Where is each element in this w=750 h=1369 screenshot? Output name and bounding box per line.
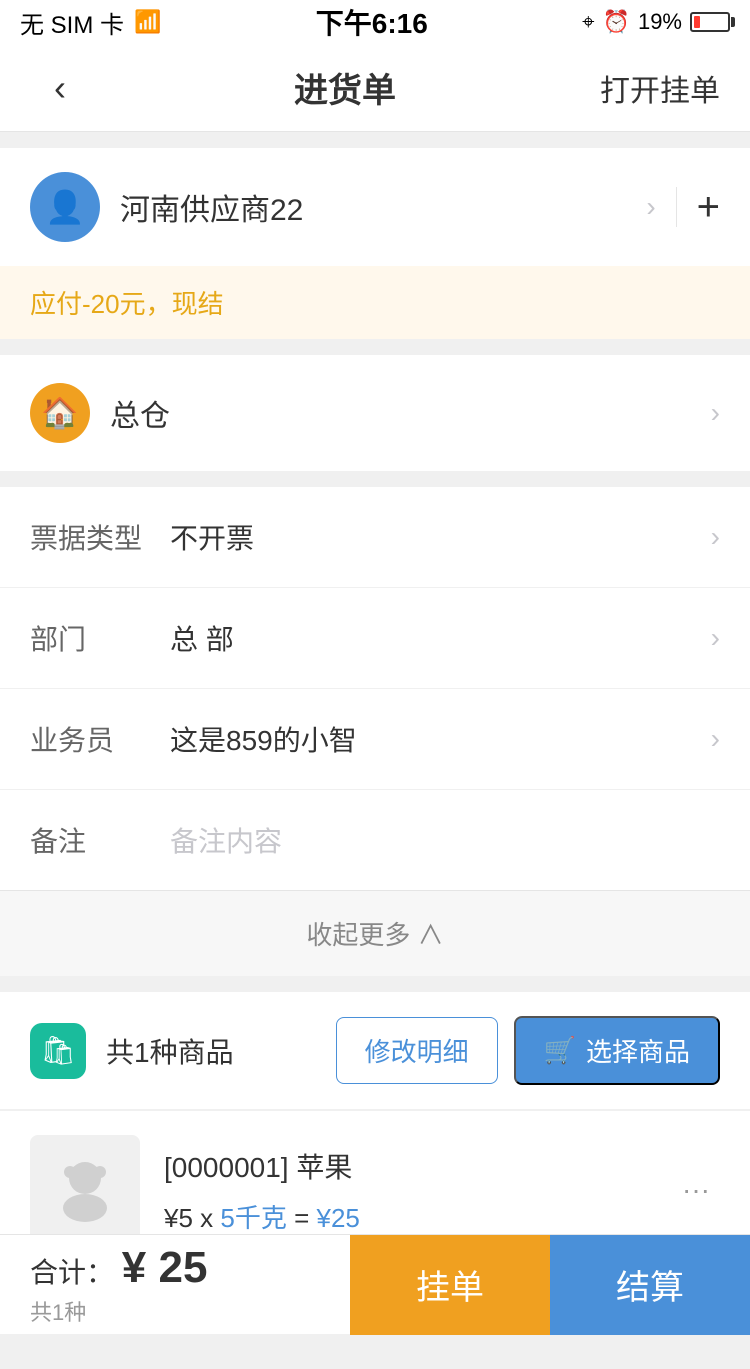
quantity: 5千克 [220,1203,286,1233]
invoice-type-label: 票据类型 [30,517,150,557]
salesperson-value: 这是859的小智 [150,719,711,759]
supplier-avatar: 👤 [30,172,100,242]
department-value: 总 部 [150,618,711,658]
settle-button[interactable]: 结算 [550,1235,750,1335]
suspend-button[interactable]: 挂单 [350,1235,550,1335]
invoice-type-row[interactable]: 票据类型 不开票 › [0,487,750,588]
chevron-right-icon: › [711,521,720,553]
footer-total: 合计： ¥ 25 共1种 [0,1243,350,1327]
status-left: 无 SIM 卡 📶 [20,5,161,40]
select-product-button[interactable]: 🛒 选择商品 [514,1016,720,1085]
nav-bar: ‹ 进货单 打开挂单 [0,44,750,132]
alarm-icon: ⏰ [603,9,630,35]
back-button[interactable]: ‹ [30,58,90,118]
remark-row[interactable]: 备注 备注内容 [0,790,750,890]
chevron-right-icon: › [711,723,720,755]
footer: 合计： ¥ 25 共1种 挂单 结算 [0,1234,750,1334]
multiply-symbol: x [200,1203,220,1233]
collapse-button[interactable]: 收起更多 ∧ [0,890,750,976]
warehouse-row[interactable]: 🏠 总仓 › [0,355,750,471]
unit-price: ¥5 [164,1203,193,1233]
salesperson-row[interactable]: 业务员 这是859的小智 › [0,689,750,790]
battery-percent: 19% [638,9,682,35]
item-total: ¥25 [317,1203,360,1233]
product-thumb-icon [45,1150,125,1230]
status-bar: 无 SIM 卡 📶 下午6:16 ⌖ ⏰ 19% [0,0,750,44]
supplier-actions: › + [646,185,720,230]
remark-placeholder: 备注内容 [150,820,720,860]
chevron-right-icon: › [711,397,720,429]
add-supplier-button[interactable]: + [697,185,720,230]
select-product-label: 选择商品 [586,1032,690,1069]
product-count-text: 共1种商品 [106,1031,336,1071]
carrier-text: 无 SIM 卡 [20,5,124,40]
invoice-type-value: 不开票 [150,517,711,557]
supplier-name: 河南供应商22 [120,185,646,229]
supplier-section: 👤 河南供应商22 › + 应付-20元，现结 [0,148,750,339]
vertical-divider [676,187,677,227]
department-row[interactable]: 部门 总 部 › [0,588,750,689]
salesperson-label: 业务员 [30,719,150,759]
supplier-row[interactable]: 👤 河南供应商22 › + [0,148,750,266]
warehouse-section[interactable]: 🏠 总仓 › [0,355,750,471]
form-section: 票据类型 不开票 › 部门 总 部 › 业务员 这是859的小智 › 备注 备注… [0,487,750,890]
total-label: 合计： [30,1257,114,1288]
product-price: ¥5 x 5千克 = ¥25 [164,1198,672,1235]
location-icon: ⌖ [582,9,594,35]
product-name: [0000001] 苹果 [164,1146,672,1186]
product-menu-button[interactable]: ··· [672,1164,720,1216]
bag-icon: 🛍 [40,1034,76,1067]
open-pending-button[interactable]: 打开挂单 [600,66,720,110]
alert-banner: 应付-20元，现结 [0,266,750,339]
page-title: 进货单 [294,63,396,112]
remark-label: 备注 [30,820,150,860]
status-time: 下午6:16 [316,2,428,42]
product-count-icon: 🛍 [30,1023,86,1079]
product-info: [0000001] 苹果 ¥5 x 5千克 = ¥25 [164,1146,672,1235]
total-amount: ¥ 25 [122,1243,208,1292]
product-thumbnail [30,1135,140,1245]
modify-detail-button[interactable]: 修改明细 [336,1017,498,1084]
total-sub: 共1种 [30,1295,320,1327]
chevron-right-icon: › [711,622,720,654]
cart-icon: 🛒 [544,1035,576,1066]
wifi-icon: 📶 [134,9,161,35]
status-right: ⌖ ⏰ 19% [582,9,730,35]
warehouse-name: 总仓 [110,391,711,435]
chevron-right-icon: › [646,191,655,223]
warehouse-icon: 🏠 [30,383,90,443]
department-label: 部门 [30,618,150,658]
avatar-icon: 👤 [45,188,85,226]
battery-icon [690,12,730,32]
product-header: 🛍 共1种商品 修改明细 🛒 选择商品 [0,992,750,1109]
equals-symbol: = [294,1203,316,1233]
